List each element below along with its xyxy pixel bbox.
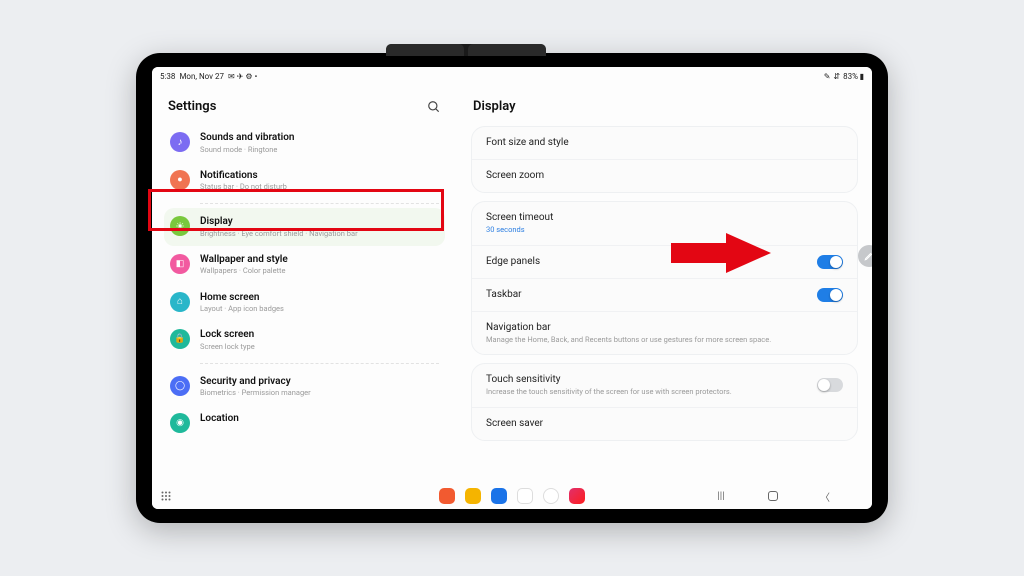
settings-card: Screen timeout 30 seconds Edge panels Ta… (471, 201, 858, 355)
divider (200, 363, 439, 364)
content-split: Settings ♪ Sounds and vibration Sound mo… (152, 85, 872, 483)
row-edge-panels[interactable]: Edge panels (472, 245, 857, 278)
row-title: Screen saver (486, 417, 543, 431)
screen: 5:38 Mon, Nov 27 ✉ ✈ ⚙ • ✎ ⇵ 83% ▮ Setti… (152, 67, 872, 509)
battery-text: 83% ▮ (843, 72, 864, 81)
sidebar-item-wallpaper[interactable]: ◧ Wallpaper and style Wallpapers · Color… (164, 246, 445, 284)
sidebar-item-label: Notifications (200, 169, 287, 183)
sidebar-item-label: Sounds and vibration (200, 131, 295, 145)
wifi-icon: ⇵ (833, 72, 840, 81)
dock-app-icon[interactable] (543, 488, 559, 504)
sidebar-item-lockscreen[interactable]: 🔒 Lock screen Screen lock type (164, 321, 445, 359)
palette-icon: ◧ (170, 254, 190, 274)
back-button[interactable]: 〈 (818, 489, 832, 504)
sidebar-item-label: Location (200, 412, 239, 426)
sidebar-item-sub: Layout · App icon badges (200, 304, 284, 314)
sidebar-item-sub: Screen lock type (200, 342, 255, 352)
sidebar-item-label: Security and privacy (200, 375, 311, 389)
row-screen-timeout[interactable]: Screen timeout 30 seconds (472, 202, 857, 245)
settings-title: Settings (168, 99, 216, 114)
sidebar-item-sub: Wallpapers · Color palette (200, 266, 288, 276)
sidebar-item-location[interactable]: ◉ Location (164, 405, 445, 440)
row-title: Font size and style (486, 136, 569, 150)
dock-app-icon[interactable] (439, 488, 455, 504)
sidebar-item-label: Lock screen (200, 328, 255, 342)
row-navigation-bar[interactable]: Navigation bar Manage the Home, Back, an… (472, 311, 857, 355)
bell-icon: ● (170, 170, 190, 190)
sidebar-item-sub: Status bar · Do not disturb (200, 182, 287, 192)
recents-button[interactable]: ||| (714, 491, 728, 502)
navigation-bar: ||| 〈 (152, 483, 872, 509)
status-bar: 5:38 Mon, Nov 27 ✉ ✈ ⚙ • ✎ ⇵ 83% ▮ (152, 67, 872, 85)
sidebar-item-display[interactable]: ☀ Display Brightness · Eye comfort shiel… (164, 208, 445, 246)
taskbar-toggle[interactable] (817, 288, 843, 302)
touch-sensitivity-toggle[interactable] (817, 378, 843, 392)
row-sub: 30 seconds (486, 225, 553, 236)
edge-handle-fab[interactable] (858, 245, 872, 267)
sidebar-item-label: Home screen (200, 291, 284, 305)
tablet-frame: 5:38 Mon, Nov 27 ✉ ✈ ⚙ • ✎ ⇵ 83% ▮ Setti… (136, 53, 888, 523)
sidebar-item-sub: Biometrics · Permission manager (200, 388, 311, 398)
apps-icon (160, 490, 172, 502)
row-taskbar[interactable]: Taskbar (472, 278, 857, 311)
sidebar-item-homescreen[interactable]: ⌂ Home screen Layout · App icon badges (164, 284, 445, 322)
shield-icon: ◯ (170, 376, 190, 396)
status-icons: ✉ ✈ ⚙ • (228, 72, 257, 81)
row-title: Screen zoom (486, 169, 544, 183)
row-title: Screen timeout (486, 211, 553, 225)
location-icon: ◉ (170, 413, 190, 433)
settings-card: Font size and style Screen zoom (471, 126, 858, 193)
sun-icon: ☀ (170, 216, 190, 236)
settings-menu-list: ♪ Sounds and vibration Sound mode · Ring… (164, 124, 445, 483)
camera-notch (386, 44, 546, 56)
display-panel: Display Font size and style Screen zoom … (457, 85, 872, 483)
settings-card: Touch sensitivity Increase the touch sen… (471, 363, 858, 441)
apps-button[interactable] (160, 490, 172, 502)
dock-app-icon[interactable] (465, 488, 481, 504)
speaker-icon: ♪ (170, 132, 190, 152)
sidebar-item-security[interactable]: ◯ Security and privacy Biometrics · Perm… (164, 368, 445, 406)
sidebar-item-sounds[interactable]: ♪ Sounds and vibration Sound mode · Ring… (164, 124, 445, 162)
status-date: Mon, Nov 27 (179, 72, 224, 81)
row-title: Touch sensitivity (486, 373, 732, 387)
edge-panels-toggle[interactable] (817, 255, 843, 269)
taskbar-dock (439, 488, 585, 504)
settings-sidebar: Settings ♪ Sounds and vibration Sound mo… (152, 85, 457, 483)
dock-app-icon[interactable] (491, 488, 507, 504)
sidebar-item-sub: Sound mode · Ringtone (200, 145, 295, 155)
lock-icon: 🔒 (170, 329, 190, 349)
sidebar-item-notifications[interactable]: ● Notifications Status bar · Do not dist… (164, 162, 445, 200)
row-screen-saver[interactable]: Screen saver (472, 407, 857, 440)
row-title: Navigation bar (486, 321, 771, 335)
detail-title: Display (471, 93, 858, 126)
status-time: 5:38 (160, 72, 175, 81)
dock-app-icon[interactable] (517, 488, 533, 504)
pen-icon: ✎ (824, 72, 831, 81)
row-touch-sensitivity[interactable]: Touch sensitivity Increase the touch sen… (472, 364, 857, 407)
row-font-size-style[interactable]: Font size and style (472, 127, 857, 159)
search-icon[interactable] (427, 100, 441, 114)
home-button[interactable] (768, 491, 778, 501)
sidebar-item-sub: Brightness · Eye comfort shield · Naviga… (200, 229, 358, 239)
sidebar-item-label: Display (200, 215, 358, 229)
home-icon: ⌂ (170, 292, 190, 312)
row-sub: Manage the Home, Back, and Recents butto… (486, 335, 771, 346)
row-sub: Increase the touch sensitivity of the sc… (486, 387, 732, 398)
row-screen-zoom[interactable]: Screen zoom (472, 159, 857, 192)
dock-app-icon[interactable] (569, 488, 585, 504)
pencil-icon (864, 251, 872, 261)
row-title: Taskbar (486, 288, 522, 302)
divider (200, 203, 439, 204)
sidebar-item-label: Wallpaper and style (200, 253, 288, 267)
row-title: Edge panels (486, 255, 540, 269)
